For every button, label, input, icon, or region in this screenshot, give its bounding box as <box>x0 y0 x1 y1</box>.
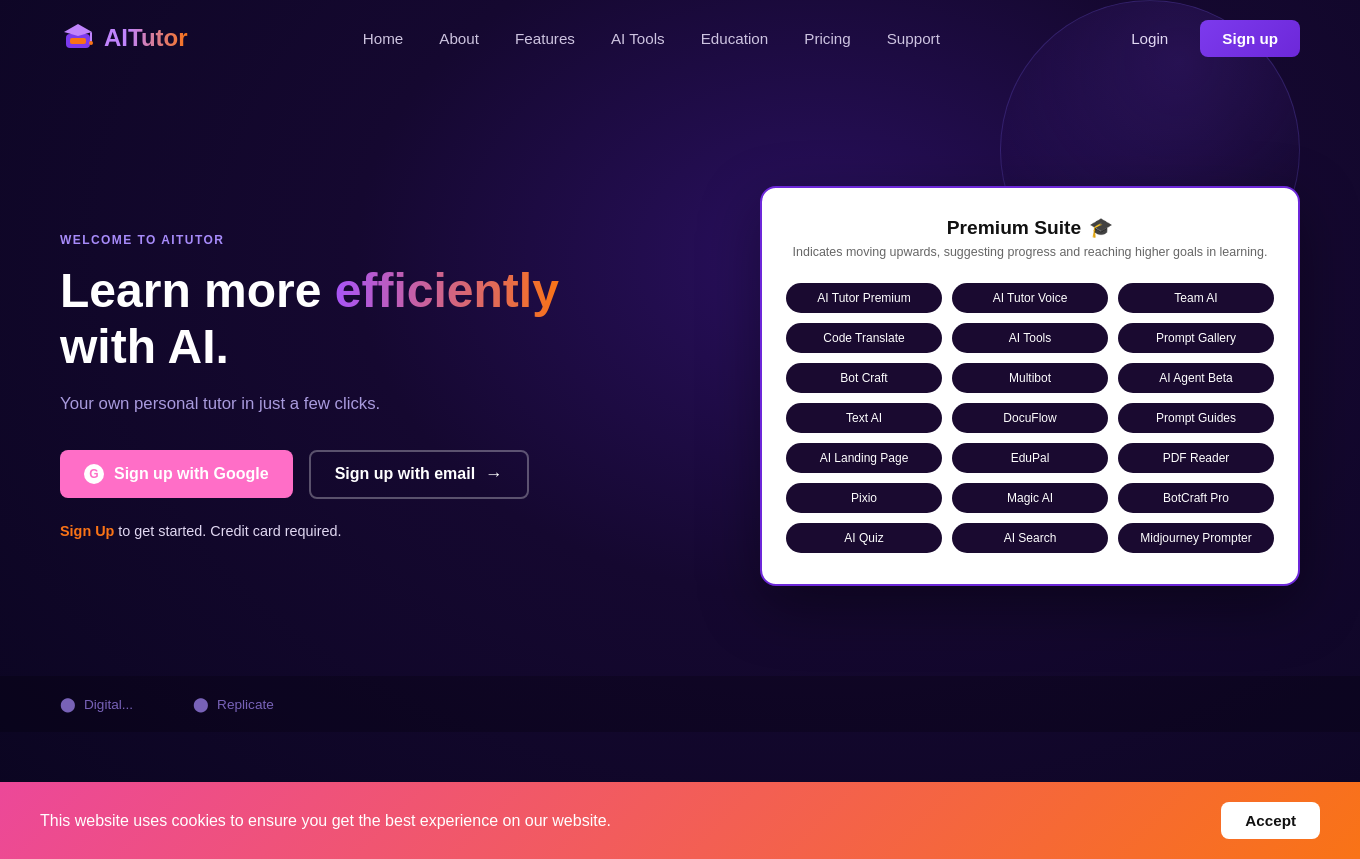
login-button[interactable]: Login <box>1115 22 1184 55</box>
premium-title: Premium Suite 🎓 <box>786 216 1274 239</box>
main-nav: Home About Features AI Tools Education P… <box>363 30 940 47</box>
feature-pill: AI Quiz <box>786 523 942 553</box>
feature-pill: AI Agent Beta <box>1118 363 1274 393</box>
nav-pricing[interactable]: Pricing <box>804 30 850 47</box>
feature-pill: AI Search <box>952 523 1108 553</box>
feature-pill: AI Tools <box>952 323 1108 353</box>
footer-item-replicate: ⬤ Replicate <box>193 696 274 712</box>
google-icon: G <box>84 464 104 484</box>
replicate-icon: ⬤ <box>193 696 209 712</box>
feature-pill: BotCraft Pro <box>1118 483 1274 513</box>
nav-education[interactable]: Education <box>701 30 769 47</box>
feature-pill: EduPal <box>952 443 1108 473</box>
svg-rect-3 <box>90 32 92 42</box>
feature-pill: Prompt Guides <box>1118 403 1274 433</box>
welcome-tag: WELCOME TO AITUTOR <box>60 233 580 247</box>
nav-home[interactable]: Home <box>363 30 404 47</box>
premium-title-icon: 🎓 <box>1089 216 1113 239</box>
svg-rect-1 <box>70 38 86 44</box>
signup-email-label: Sign up with email <box>335 465 475 483</box>
premium-title-text: Premium Suite <box>947 217 1081 239</box>
nav-features[interactable]: Features <box>515 30 575 47</box>
hero-title: Learn more efficiently with AI. <box>60 263 580 373</box>
digital-icon: ⬤ <box>60 696 76 712</box>
feature-pill: Magic AI <box>952 483 1108 513</box>
signup-note-suffix: to get started. Credit card required. <box>114 523 341 539</box>
hero-content: WELCOME TO AITUTOR Learn more efficientl… <box>60 233 580 538</box>
svg-marker-2 <box>64 24 92 36</box>
premium-card: Premium Suite 🎓 Indicates moving upwards… <box>760 186 1300 586</box>
feature-pill: Code Translate <box>786 323 942 353</box>
cookie-banner: This website uses cookies to ensure you … <box>0 782 1360 859</box>
feature-pill: Prompt Gallery <box>1118 323 1274 353</box>
signup-note-link[interactable]: Sign Up <box>60 523 114 539</box>
footer-replicate-label: Replicate <box>217 697 274 712</box>
feature-pill: Text AI <box>786 403 942 433</box>
feature-pill: AI Landing Page <box>786 443 942 473</box>
feature-pill: Pixio <box>786 483 942 513</box>
nav-support[interactable]: Support <box>887 30 940 47</box>
hero-title-start: Learn more <box>60 264 335 317</box>
hero-buttons: G Sign up with Google Sign up with email… <box>60 450 580 499</box>
feature-pill: PDF Reader <box>1118 443 1274 473</box>
hero-title-highlight: efficiently <box>335 264 559 317</box>
features-grid: AI Tutor Premium AI Tutor Voice Team AI Cod… <box>786 283 1274 553</box>
nav-about[interactable]: About <box>439 30 479 47</box>
feature-pill: DocuFlow <box>952 403 1108 433</box>
svg-point-4 <box>89 41 93 45</box>
signup-email-button[interactable]: Sign up with email → <box>309 450 529 499</box>
logo[interactable]: AITutor <box>60 20 188 56</box>
premium-subtitle: Indicates moving upwards, suggesting pro… <box>786 245 1274 259</box>
feature-pill: Team AI <box>1118 283 1274 313</box>
brand-name: AITutor <box>104 24 188 52</box>
signup-google-button[interactable]: G Sign up with Google <box>60 450 293 498</box>
footer-strip: ⬤ Digital... ⬤ Replicate <box>0 676 1360 732</box>
feature-pill: Bot Craft <box>786 363 942 393</box>
cookie-accept-button[interactable]: Accept <box>1221 802 1320 839</box>
feature-pill: Multibot <box>952 363 1108 393</box>
signup-google-label: Sign up with Google <box>114 465 269 483</box>
nav-ai-tools[interactable]: AI Tools <box>611 30 665 47</box>
feature-pill: Midjourney Prompter <box>1118 523 1274 553</box>
signup-header-button[interactable]: Sign up <box>1200 20 1300 57</box>
logo-icon <box>60 20 96 56</box>
cookie-message: This website uses cookies to ensure you … <box>40 812 611 830</box>
header-actions: Login Sign up <box>1115 20 1300 57</box>
arrow-icon: → <box>485 464 503 485</box>
hero-section: WELCOME TO AITUTOR Learn more efficientl… <box>0 76 1360 676</box>
footer-item-digital: ⬤ Digital... <box>60 696 133 712</box>
footer-digital-label: Digital... <box>84 697 133 712</box>
hero-title-end: with AI. <box>60 320 229 373</box>
feature-pill: AI Tutor Voice <box>952 283 1108 313</box>
signup-note: Sign Up to get started. Credit card requ… <box>60 523 580 539</box>
hero-subtitle: Your own personal tutor in just a few cl… <box>60 394 580 414</box>
feature-pill: AI Tutor Premium <box>786 283 942 313</box>
